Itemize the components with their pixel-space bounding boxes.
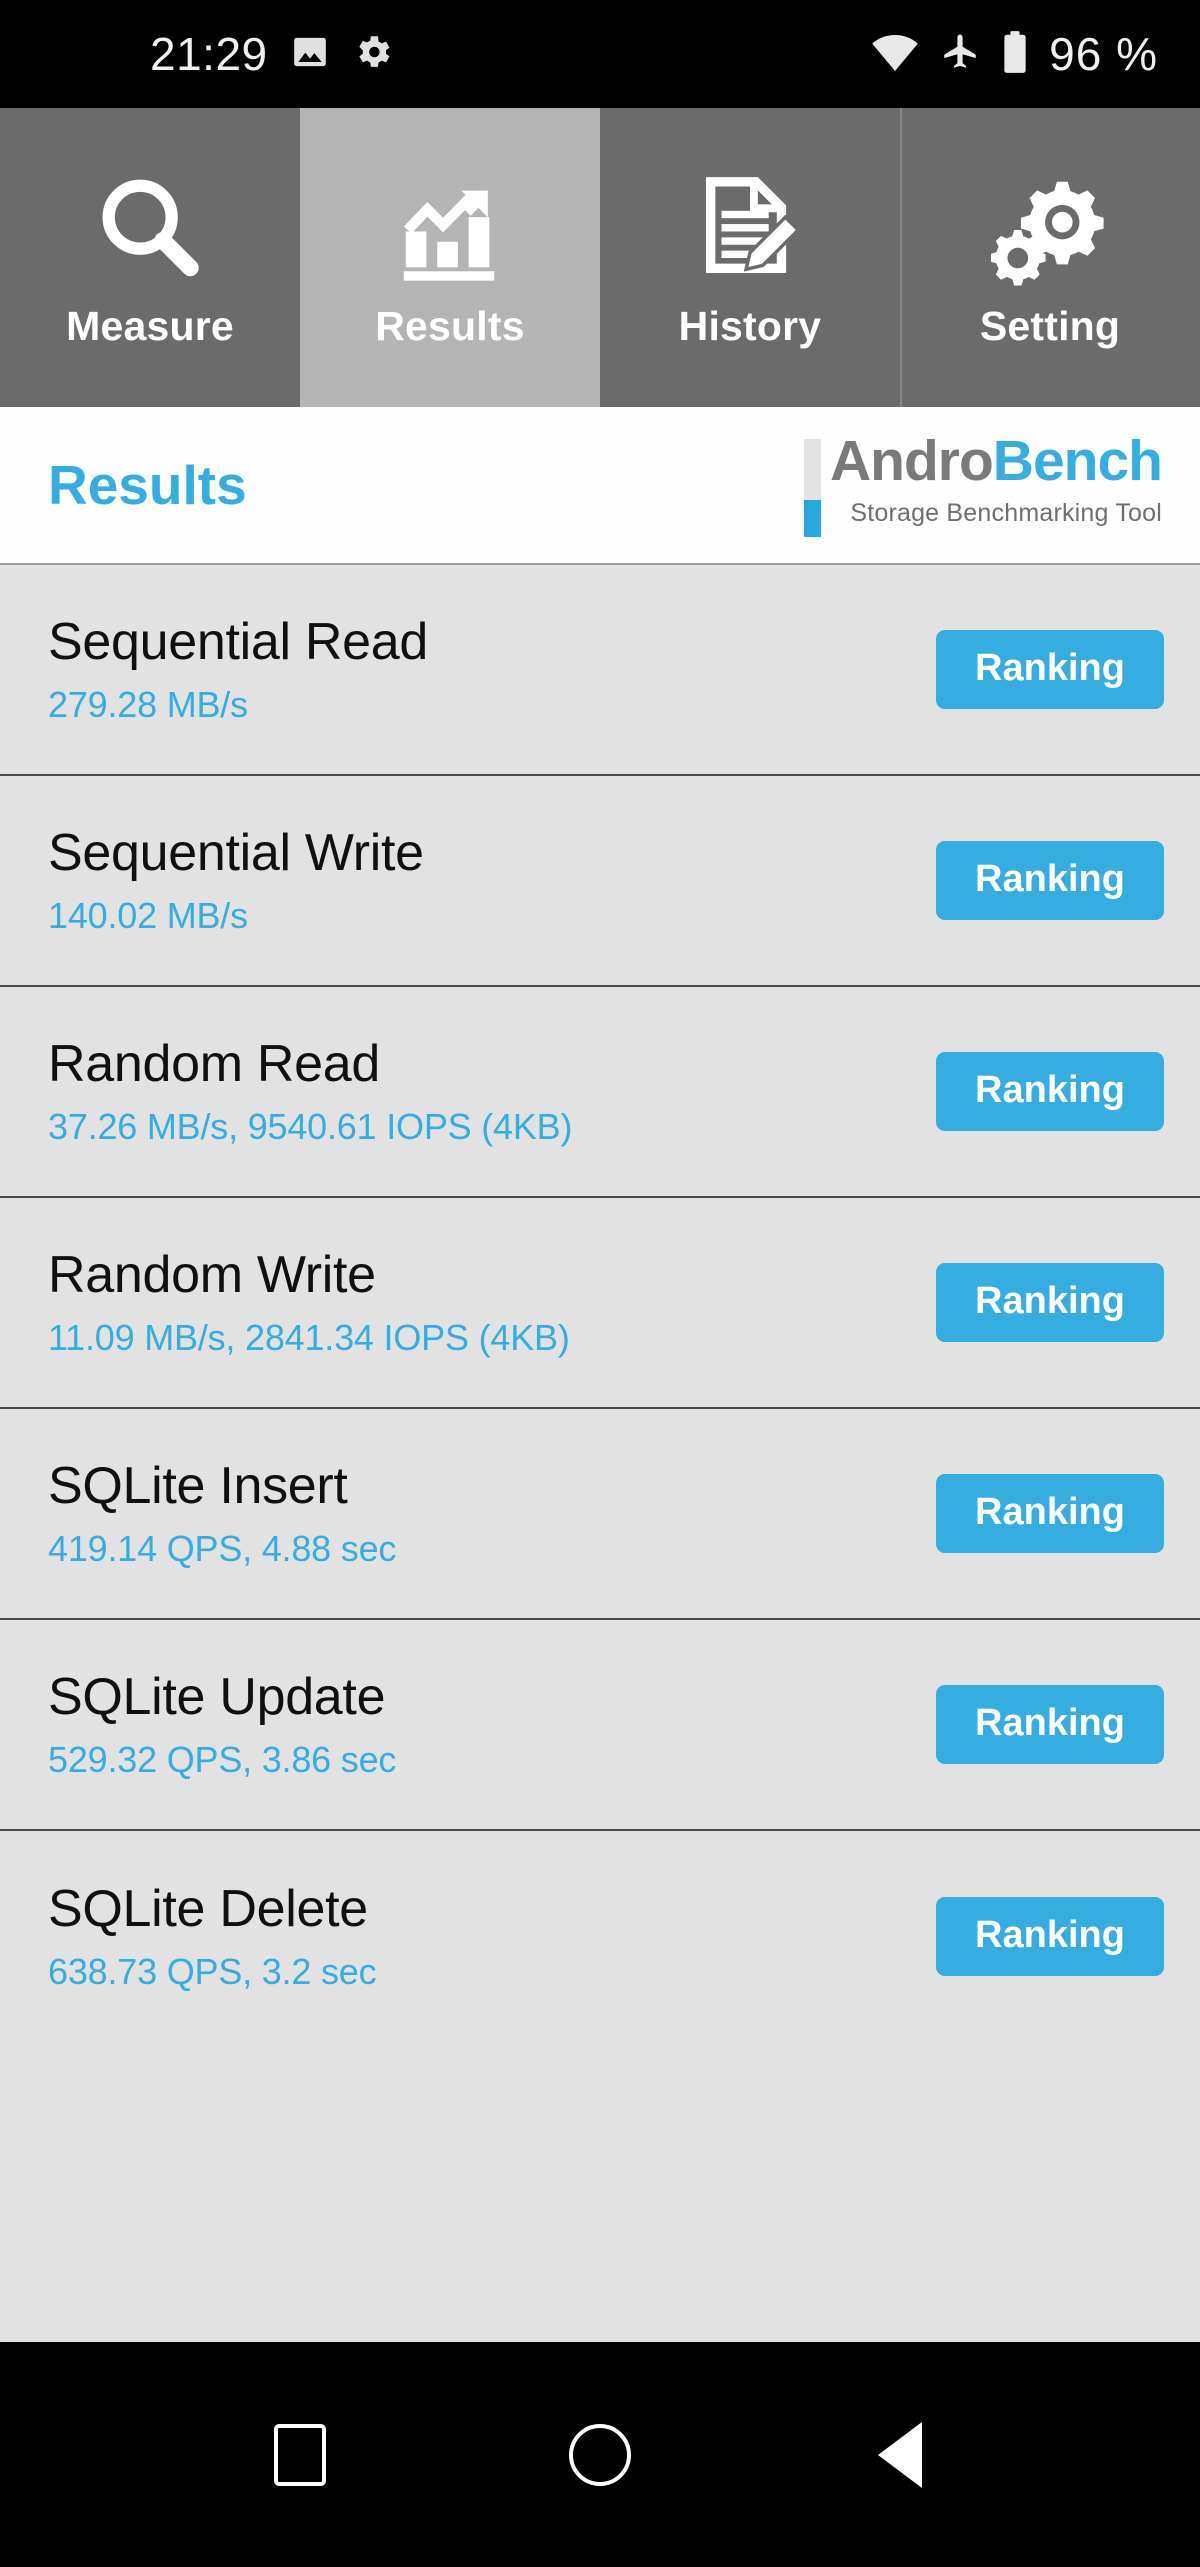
logo-bar-icon [803,439,821,537]
row-text: Sequential Read 279.28 MB/s [48,613,428,725]
row-text: SQLite Insert 419.14 QPS, 4.88 sec [48,1457,396,1569]
ranking-button[interactable]: Ranking [936,630,1164,709]
result-title: Random Write [48,1246,376,1305]
result-title: Sequential Write [48,824,424,883]
result-value: 529.32 QPS, 3.86 sec [48,1738,397,1780]
status-bar-right: 96 % [871,27,1158,81]
result-value: 638.73 QPS, 3.2 sec [48,1950,377,1992]
image-icon [290,32,330,77]
row-text: Sequential Write 140.02 MB/s [48,824,424,936]
main-tab-bar: Measure Results History Setting [0,108,1200,407]
result-title: Random Read [48,1035,381,1094]
tab-measure[interactable]: Measure [0,108,300,407]
phone-screen: 21:29 96 % Measure Results History Setti… [0,0,1200,2567]
recents-square-icon [274,2423,326,2486]
document-pencil-icon [691,165,809,293]
result-row-random-read[interactable]: Random Read 37.26 MB/s, 9540.61 IOPS (4K… [0,987,1200,1198]
result-title: SQLite Insert [48,1457,348,1516]
magnifier-icon [91,165,209,293]
row-text: Random Write 11.09 MB/s, 2841.34 IOPS (4… [48,1246,570,1358]
logo-tagline: Storage Benchmarking Tool [850,499,1162,527]
logo-wordmark: AndroBench [830,433,1163,490]
result-row-sequential-write[interactable]: Sequential Write 140.02 MB/s Ranking [0,776,1200,987]
home-button[interactable] [500,2395,700,2515]
back-triangle-icon [878,2421,922,2488]
recents-button[interactable] [200,2395,400,2515]
tab-setting-label: Setting [979,303,1121,349]
android-navigation-bar [0,2342,1200,2567]
result-title: SQLite Delete [48,1880,368,1939]
ranking-button[interactable]: Ranking [936,1897,1164,1976]
logo-bench: Bench [992,429,1163,493]
tab-results[interactable]: Results [300,108,600,407]
tab-history[interactable]: History [600,108,900,407]
gear-icon [352,31,394,78]
result-row-random-write[interactable]: Random Write 11.09 MB/s, 2841.34 IOPS (4… [0,1198,1200,1409]
result-row-sqlite-update[interactable]: SQLite Update 529.32 QPS, 3.86 sec Ranki… [0,1620,1200,1831]
clock: 21:29 [150,28,268,80]
ranking-button[interactable]: Ranking [936,1474,1164,1553]
logo-andro: Andro [829,429,994,493]
gears-icon [991,165,1109,293]
tab-results-label: Results [375,303,525,349]
battery-percentage: 96 % [1049,28,1158,80]
status-bar: 21:29 96 % [0,0,1200,108]
result-value: 419.14 QPS, 4.88 sec [48,1527,397,1569]
airplane-mode-icon [939,31,981,78]
result-row-sqlite-delete[interactable]: SQLite Delete 638.73 QPS, 3.2 sec Rankin… [0,1831,1200,2042]
result-row-sqlite-insert[interactable]: SQLite Insert 419.14 QPS, 4.88 sec Ranki… [0,1409,1200,1620]
row-text: Random Read 37.26 MB/s, 9540.61 IOPS (4K… [48,1035,572,1147]
result-title: SQLite Update [48,1668,386,1727]
result-value: 279.28 MB/s [48,683,248,725]
androbench-logo: AndroBench Storage Benchmarking Tool [803,433,1163,537]
tab-measure-label: Measure [66,303,234,349]
ranking-button[interactable]: Ranking [936,1052,1164,1131]
result-title: Sequential Read [48,613,429,672]
home-circle-icon [569,2423,631,2486]
wifi-icon [871,32,919,77]
tab-setting[interactable]: Setting [900,108,1200,407]
row-text: SQLite Update 529.32 QPS, 3.86 sec [48,1668,396,1780]
bar-chart-icon [391,165,509,293]
results-list: Sequential Read 279.28 MB/s Ranking Sequ… [0,565,1200,2567]
tab-history-label: History [678,303,822,349]
result-value: 37.26 MB/s, 9540.61 IOPS (4KB) [48,1105,573,1147]
logo-text: AndroBench Storage Benchmarking Tool [830,433,1163,528]
status-bar-left: 21:29 [150,27,394,81]
result-value: 11.09 MB/s, 2841.34 IOPS (4KB) [48,1316,570,1358]
battery-icon [1001,30,1029,79]
ranking-button[interactable]: Ranking [936,841,1164,920]
result-value: 140.02 MB/s [48,894,248,936]
ranking-button[interactable]: Ranking [936,1685,1164,1764]
app-header: Results AndroBench Storage Benchmarking … [0,407,1200,565]
row-text: SQLite Delete 638.73 QPS, 3.2 sec [48,1880,377,1992]
result-row-sequential-read[interactable]: Sequential Read 279.28 MB/s Ranking [0,565,1200,776]
ranking-button[interactable]: Ranking [936,1263,1164,1342]
page-title: Results [48,454,247,516]
back-button[interactable] [800,2395,1000,2515]
